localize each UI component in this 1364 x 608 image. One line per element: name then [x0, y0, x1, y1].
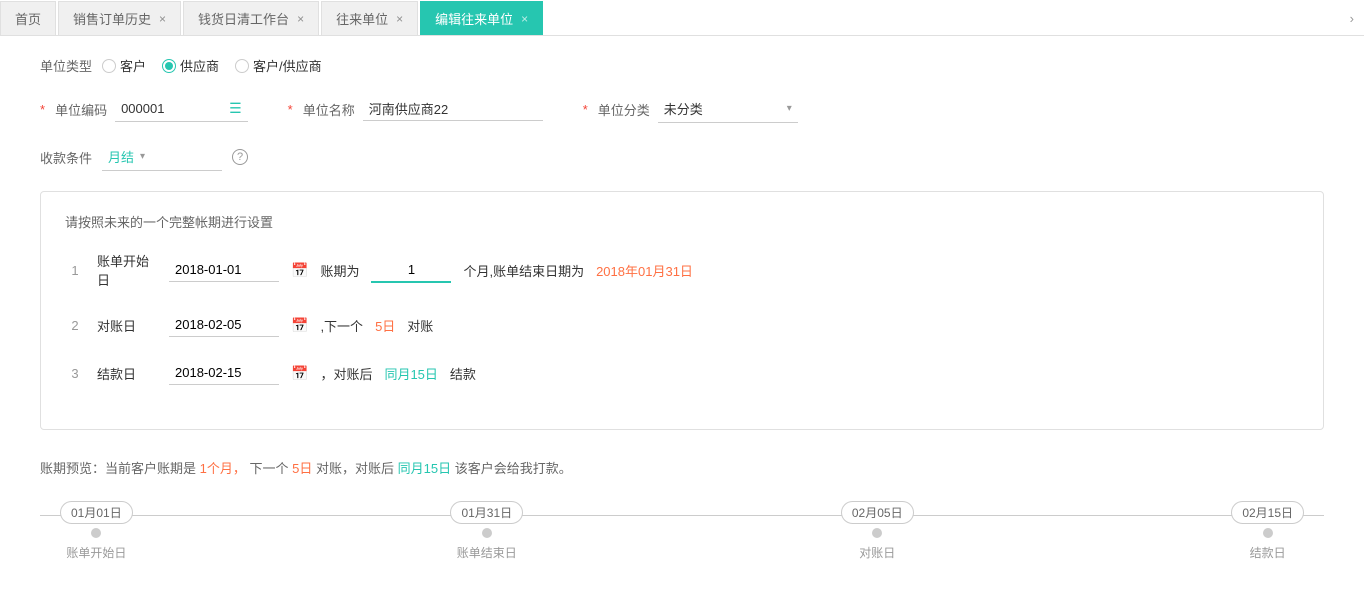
- radio-supplier[interactable]: 供应商: [162, 56, 219, 75]
- row-label-2: 对账日: [97, 316, 157, 335]
- row-label-3: 结款日: [97, 364, 157, 383]
- reconcile-prefix: ,下一个: [320, 316, 363, 335]
- unit-category-dropdown[interactable]: 未分类 ▾: [658, 95, 798, 123]
- settlement-highlight: 同月15日: [384, 364, 437, 383]
- payment-terms-label: 收款条件: [40, 148, 92, 167]
- unit-type-radio-group: 客户 供应商 客户/供应商: [102, 56, 322, 75]
- radio-customer[interactable]: 客户: [102, 56, 146, 75]
- timeline-point-1: 01月01日 账单开始日: [60, 501, 133, 561]
- timeline-desc-2: 账单结束日: [457, 544, 517, 561]
- timeline-date-4: 02月15日: [1231, 501, 1304, 524]
- unit-name-label: 单位名称: [303, 100, 355, 119]
- unit-code-input-wrapper: ☰: [115, 96, 248, 122]
- period-value-input[interactable]: [371, 258, 451, 283]
- preview-text: 账期预览：当前客户账期是 1个月， 下一个 5日 对账，对账后 同月15日 该客…: [40, 458, 1324, 477]
- timeline-date-2: 01月31日: [450, 501, 523, 524]
- tab-more-button[interactable]: ›: [1340, 1, 1364, 35]
- close-tab-edit-counterpart[interactable]: ×: [521, 12, 528, 26]
- preview-highlight-2: 5日: [292, 461, 312, 476]
- calendar-icon-1[interactable]: 📅: [291, 262, 308, 279]
- unit-code-label: 单位编码: [55, 100, 107, 119]
- unit-name-input[interactable]: [363, 97, 543, 121]
- unit-type-row: 单位类型 客户 供应商 客户/供应商: [40, 56, 1324, 75]
- unit-type-label: 单位类型: [40, 56, 92, 75]
- settlement-date-input[interactable]: [169, 361, 279, 385]
- tab-bar: 首页 销售订单历史 × 钱货日清工作台 × 往来单位 × 编辑往来单位 × ›: [0, 0, 1364, 36]
- close-tab-cash-work[interactable]: ×: [297, 12, 304, 26]
- unit-code-input[interactable]: [121, 101, 221, 116]
- payment-terms-dropdown[interactable]: 月结 ▾: [102, 143, 222, 171]
- payment-terms-row: 收款条件 月结 ▾ ?: [40, 143, 1324, 171]
- settlement-suffix: 结款: [450, 364, 476, 383]
- radio-both[interactable]: 客户/供应商: [235, 56, 322, 75]
- radio-circle-both: [235, 59, 249, 73]
- period-suffix: 个月,账单结束日期为: [463, 261, 584, 280]
- preview-suffix: 该客户会给我打款。: [455, 461, 572, 476]
- row-num-1: 1: [65, 263, 85, 278]
- settlement-prefix: ，对账后: [320, 364, 372, 383]
- calendar-icon-2[interactable]: 📅: [291, 317, 308, 334]
- radio-circle-customer: [102, 59, 116, 73]
- timeline-dot-2: [482, 528, 492, 538]
- tab-edit-counterpart[interactable]: 编辑往来单位 ×: [420, 1, 543, 35]
- calendar-icon-3[interactable]: 📅: [291, 365, 308, 382]
- required-star-code: *: [40, 102, 45, 117]
- timeline-dot-3: [872, 528, 882, 538]
- unit-category-value: 未分类: [664, 99, 781, 118]
- reconcile-suffix: 对账: [407, 316, 433, 335]
- chevron-down-icon-payment: ▾: [140, 151, 145, 162]
- tab-sales-history[interactable]: 销售订单历史 ×: [58, 1, 181, 35]
- timeline-desc-1: 账单开始日: [66, 544, 126, 561]
- unit-info-row: * 单位编码 ☰ * 单位名称 * 单位分类 未分类 ▾: [40, 95, 1324, 123]
- payment-terms-value: 月结: [108, 147, 134, 166]
- timeline-point-2: 01月31日 账单结束日: [450, 501, 523, 561]
- unit-name-group: * 单位名称: [288, 97, 543, 121]
- setting-row-1: 1 账单开始日 📅 账期为 个月,账单结束日期为 2018年01月31日: [65, 251, 1299, 289]
- radio-circle-supplier: [162, 59, 176, 73]
- timeline-date-3: 02月05日: [841, 501, 914, 524]
- end-date-highlight: 2018年01月31日: [596, 261, 693, 280]
- row-label-1: 账单开始日: [97, 251, 157, 289]
- timeline-desc-4: 结款日: [1250, 544, 1286, 561]
- timeline-dot-4: [1263, 528, 1273, 538]
- timeline-container: 01月01日 账单开始日 01月31日 账单结束日 02月05日 对账日: [40, 501, 1324, 561]
- preview-part2-after: 对账，对账后: [316, 461, 394, 476]
- row-num-2: 2: [65, 318, 85, 333]
- setting-row-3: 3 结款日 📅 ，对账后 同月15日 结款: [65, 361, 1299, 385]
- timeline-point-3: 02月05日 对账日: [841, 501, 914, 561]
- settings-card: 请按照未来的一个完整帐期进行设置 1 账单开始日 📅 账期为 个月,账单结束日期…: [40, 191, 1324, 430]
- timeline-date-1: 01月01日: [60, 501, 133, 524]
- preview-highlight-3: 同月15日: [398, 461, 451, 476]
- tab-counterpart[interactable]: 往来单位 ×: [321, 1, 418, 35]
- required-star-category: *: [583, 102, 588, 117]
- main-content: 单位类型 客户 供应商 客户/供应商 * 单位编码 ☰: [0, 36, 1364, 608]
- unit-code-group: * 单位编码 ☰: [40, 96, 248, 122]
- help-icon[interactable]: ?: [232, 149, 248, 165]
- timeline-desc-3: 对账日: [859, 544, 895, 561]
- preview-prefix: 账期预览：当前客户账期是: [40, 461, 196, 476]
- chevron-down-icon: ▾: [787, 103, 792, 114]
- reconcile-highlight: 5日: [375, 316, 395, 335]
- tab-cash-work[interactable]: 钱货日清工作台 ×: [183, 1, 319, 35]
- unit-category-label: 单位分类: [598, 100, 650, 119]
- reconcile-date-input[interactable]: [169, 313, 279, 337]
- row-num-3: 3: [65, 366, 85, 381]
- close-tab-counterpart[interactable]: ×: [396, 12, 403, 26]
- timeline: 01月01日 账单开始日 01月31日 账单结束日 02月05日 对账日: [60, 501, 1304, 561]
- preview-part2-before: 下一个: [250, 461, 289, 476]
- unit-category-group: * 单位分类 未分类 ▾: [583, 95, 798, 123]
- chevron-right-icon: ›: [1350, 11, 1354, 26]
- start-date-input[interactable]: [169, 258, 279, 282]
- list-icon[interactable]: ☰: [229, 100, 242, 117]
- card-title: 请按照未来的一个完整帐期进行设置: [65, 212, 1299, 231]
- preview-highlight-1: 1个月，: [200, 461, 246, 476]
- timeline-point-4: 02月15日 结款日: [1231, 501, 1304, 561]
- timeline-dot-1: [91, 528, 101, 538]
- period-label: 账期为: [320, 261, 359, 280]
- setting-row-2: 2 对账日 📅 ,下一个 5日 对账: [65, 313, 1299, 337]
- required-star-name: *: [288, 102, 293, 117]
- close-tab-sales-history[interactable]: ×: [159, 12, 166, 26]
- tab-home[interactable]: 首页: [0, 1, 56, 35]
- preview-section: 账期预览：当前客户账期是 1个月， 下一个 5日 对账，对账后 同月15日 该客…: [40, 446, 1324, 573]
